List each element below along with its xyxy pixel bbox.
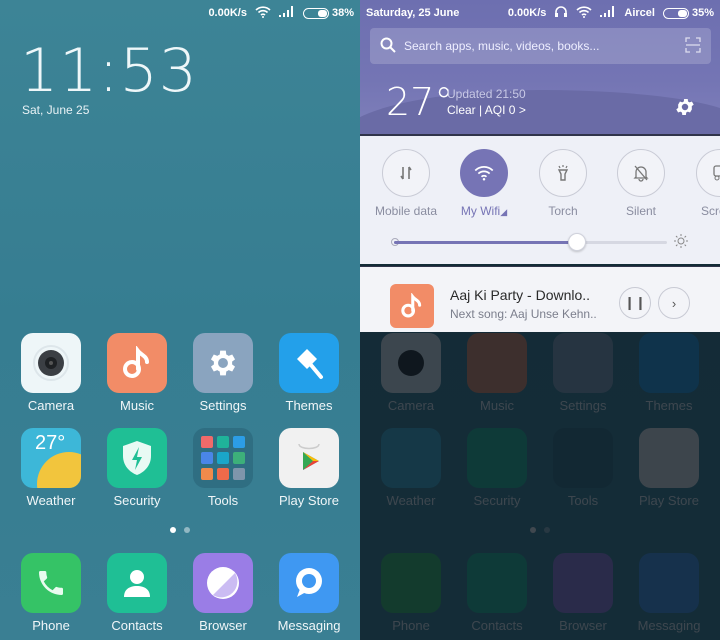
app-camera[interactable]: Camera <box>11 333 91 413</box>
pause-button[interactable]: ❙❙ <box>619 287 651 319</box>
battery-icon <box>662 7 689 19</box>
app-label: Play Store <box>279 493 339 508</box>
toggle-mobile-data[interactable]: Mobile data <box>366 149 446 218</box>
weather-temp: 27° <box>35 432 66 454</box>
weather-icon: 27° <box>21 428 81 488</box>
media-notification[interactable]: Aaj Ki Party - Downlo.. Next song: Aaj U… <box>360 266 720 332</box>
app-weather[interactable]: 27° Weather <box>11 428 91 508</box>
camera-icon <box>21 333 81 393</box>
battery-percent: 38% <box>331 7 354 19</box>
wifi-icon <box>460 149 508 197</box>
brightness-fill <box>394 241 577 244</box>
status-bar: 0.00K/s 38% <box>0 0 360 26</box>
signal-icon <box>278 6 295 20</box>
notification-shade-screen: Camera Music Settings Themes Weather Sec… <box>360 0 720 640</box>
scan-icon[interactable] <box>685 36 701 56</box>
brightness-slider[interactable] <box>394 233 667 251</box>
torch-icon <box>539 149 587 197</box>
phone-icon <box>21 553 81 613</box>
carrier-name: Aircel <box>624 7 655 19</box>
app-phone[interactable]: Phone <box>11 553 91 633</box>
page-dot[interactable] <box>184 527 190 533</box>
status-date: Saturday, 25 June <box>366 7 460 19</box>
browser-icon <box>193 553 253 613</box>
weather-updated: Updated 21:50 <box>447 87 526 101</box>
pause-icon: ❙❙ <box>624 295 646 310</box>
toggle-screenshot[interactable]: Screen <box>680 149 720 218</box>
app-contacts[interactable]: Contacts <box>97 553 177 633</box>
app-label: Weather <box>26 493 76 508</box>
music-note-icon <box>390 284 434 328</box>
app-label: Settings <box>199 398 247 413</box>
next-button[interactable]: › <box>658 287 690 319</box>
shield-bolt-icon <box>107 428 167 488</box>
wifi-icon <box>255 5 271 21</box>
page-indicator <box>170 527 190 533</box>
app-security[interactable]: Security <box>97 428 177 508</box>
network-speed: 0.00K/s <box>507 7 547 19</box>
chevron-right-icon: › <box>671 295 677 311</box>
battery-indicator: 38% <box>302 7 354 19</box>
lock-clock: 11:53 <box>20 36 198 106</box>
bell-off-icon <box>617 149 665 197</box>
contact-icon <box>107 553 167 613</box>
status-bar: Saturday, 25 June 0.00K/s Aircel 35% <box>360 0 720 26</box>
toggle-label: Screen <box>700 204 720 218</box>
quick-settings-panel: Mobile data My Wifi◢ Torch Silent Screen <box>360 134 720 264</box>
notification-header: Saturday, 25 June 0.00K/s Aircel 35% Sea… <box>360 0 720 134</box>
toggle-silent[interactable]: Silent <box>601 149 681 218</box>
brightness-knob[interactable] <box>567 233 586 251</box>
app-play-store[interactable]: Play Store <box>269 428 349 508</box>
mobile-data-icon <box>382 149 430 197</box>
next-song: Next song: Aaj Unse Kehn.. <box>450 307 597 321</box>
folder-icon <box>193 428 253 488</box>
weather-temperature[interactable]: 27° <box>386 80 453 124</box>
app-label: Browser <box>199 618 247 633</box>
search-placeholder: Search apps, music, videos, books... <box>404 39 600 53</box>
screenshot-icon <box>696 149 720 197</box>
home-screen: 0.00K/s 38% 11:53 Sat, June 25 Camera Mu… <box>0 0 360 640</box>
weather-condition-link[interactable]: Clear | AQI 0 > <box>447 103 526 117</box>
app-label: Contacts <box>111 618 163 633</box>
app-themes[interactable]: Themes <box>269 333 349 413</box>
app-label: Phone <box>32 618 70 633</box>
app-music[interactable]: Music <box>97 333 177 413</box>
message-icon <box>279 553 339 613</box>
page-dot-active[interactable] <box>170 527 176 533</box>
headphones-icon <box>554 5 568 21</box>
song-title: Aaj Ki Party - Downlo.. <box>450 287 591 303</box>
battery-indicator: 35% <box>662 7 714 19</box>
app-label: Security <box>113 493 161 508</box>
brightness-high-icon <box>674 234 688 253</box>
battery-percent: 35% <box>691 7 714 19</box>
app-settings[interactable]: Settings <box>183 333 263 413</box>
music-note-icon <box>107 333 167 393</box>
toggle-label: Silent <box>625 204 657 218</box>
toggle-label: My Wifi◢ <box>460 204 508 218</box>
toggle-wifi[interactable]: My Wifi◢ <box>444 149 524 218</box>
settings-gear-icon[interactable] <box>674 96 696 123</box>
app-label: Themes <box>285 398 333 413</box>
expand-triangle-icon: ◢ <box>500 207 508 217</box>
app-browser[interactable]: Browser <box>183 553 263 633</box>
toggle-label: Torch <box>548 204 578 218</box>
gear-icon <box>193 333 253 393</box>
app-messaging[interactable]: Messaging <box>269 553 349 633</box>
paintbrush-icon <box>279 333 339 393</box>
app-label: Music <box>120 398 154 413</box>
play-store-icon <box>279 428 339 488</box>
search-bar[interactable]: Search apps, music, videos, books... <box>370 28 711 64</box>
app-label: Tools <box>207 493 239 508</box>
network-speed: 0.00K/s <box>208 7 247 19</box>
app-tools-folder[interactable]: Tools <box>183 428 263 508</box>
wifi-icon <box>576 5 592 21</box>
toggle-label: Mobile data <box>374 204 438 218</box>
lock-date: Sat, June 25 <box>22 103 90 117</box>
app-label: Camera <box>27 398 75 413</box>
battery-icon <box>302 7 329 19</box>
app-label: Messaging <box>277 618 341 633</box>
signal-icon <box>600 6 616 20</box>
toggle-torch[interactable]: Torch <box>523 149 603 218</box>
search-icon <box>380 37 396 56</box>
